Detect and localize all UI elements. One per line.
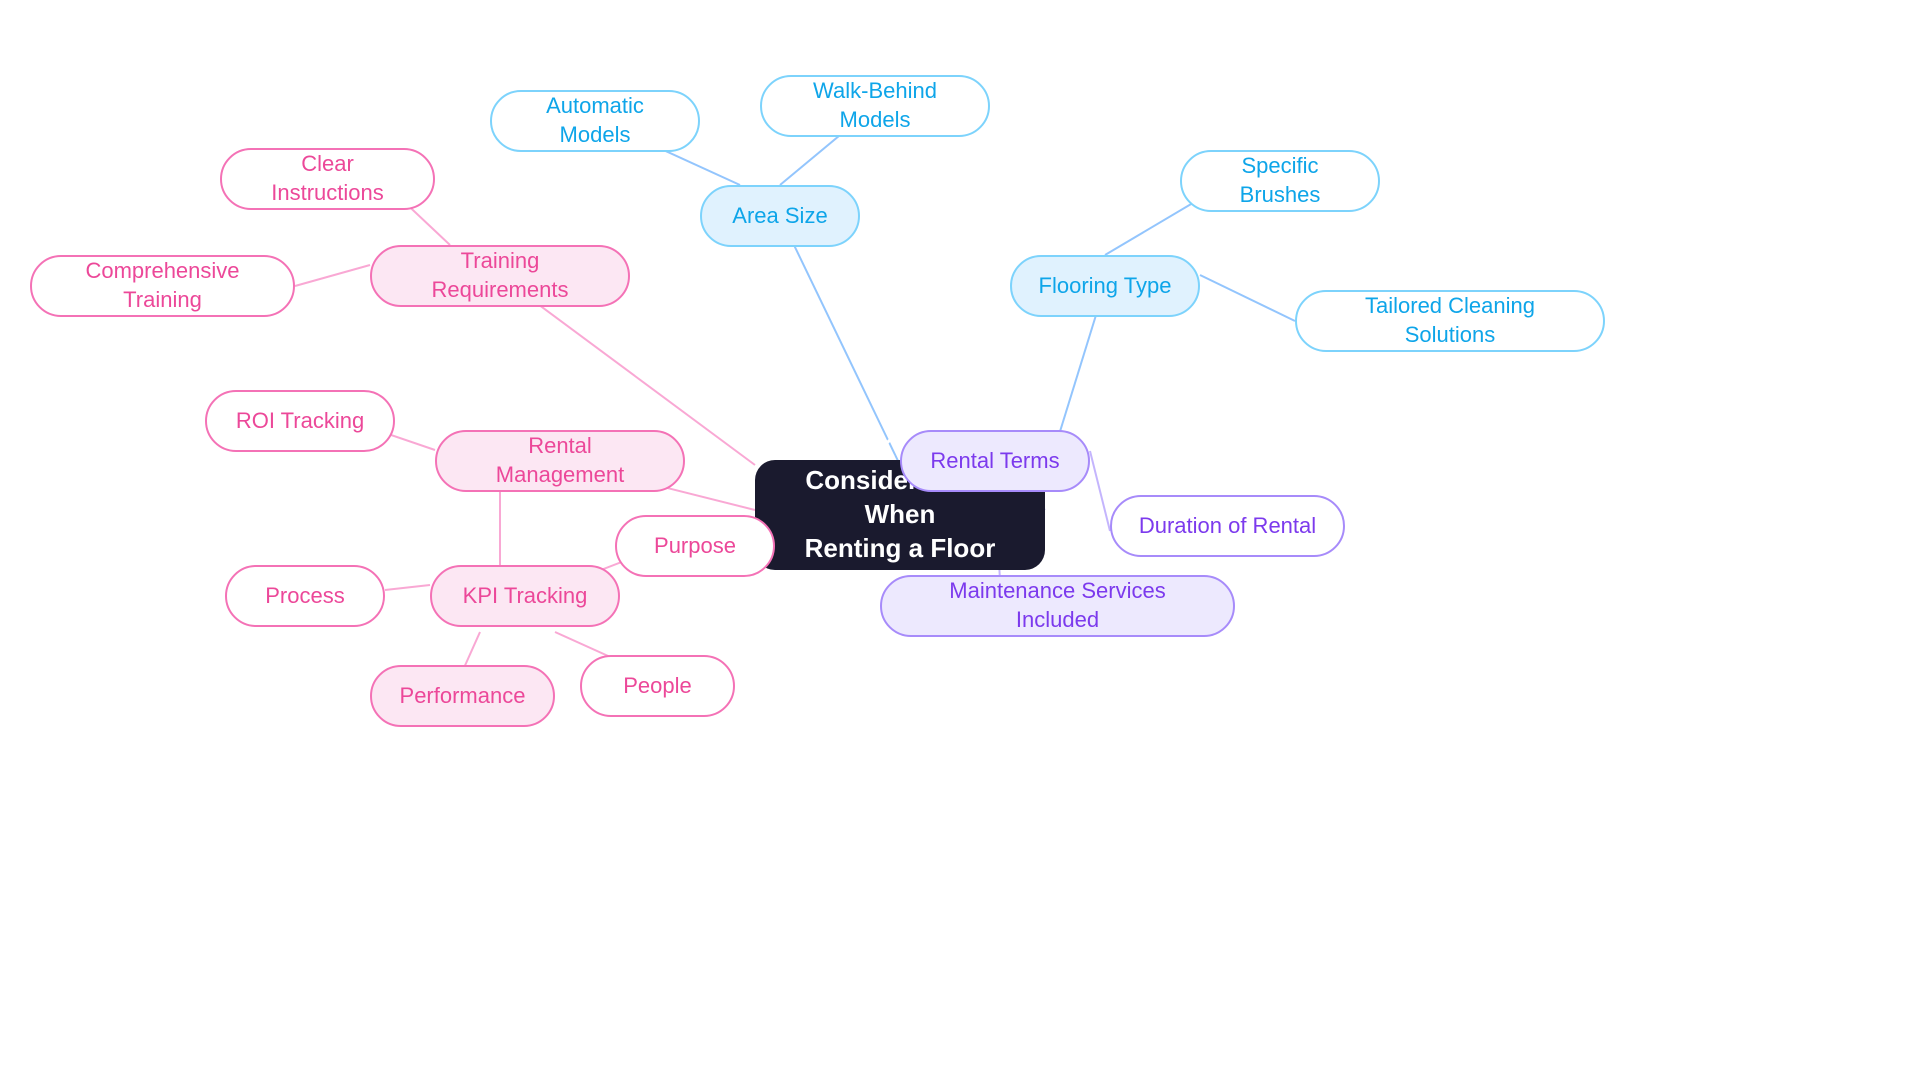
- process-node: Process: [225, 565, 385, 627]
- training-reqs-label: Training Requirements: [396, 247, 604, 304]
- area-size-label: Area Size: [732, 202, 827, 231]
- roi-tracking-label: ROI Tracking: [236, 407, 364, 436]
- performance-node: Performance: [370, 665, 555, 727]
- tailored-cleaning-node: Tailored Cleaning Solutions: [1295, 290, 1605, 352]
- kpi-tracking-node: KPI Tracking: [430, 565, 620, 627]
- people-node: People: [580, 655, 735, 717]
- rental-mgmt-label: Rental Management: [461, 432, 659, 489]
- area-size-node: Area Size: [700, 185, 860, 247]
- people-label: People: [623, 672, 692, 701]
- comprehensive-training-label: Comprehensive Training: [56, 257, 269, 314]
- duration-of-rental-label: Duration of Rental: [1139, 512, 1316, 541]
- clear-instructions-label: Clear Instructions: [246, 150, 409, 207]
- flooring-type-label: Flooring Type: [1039, 272, 1172, 301]
- kpi-tracking-label: KPI Tracking: [463, 582, 588, 611]
- maintenance-services-node: Maintenance Services Included: [880, 575, 1235, 637]
- specific-brushes-label: Specific Brushes: [1206, 152, 1354, 209]
- rental-terms-node: Rental Terms: [900, 430, 1090, 492]
- process-label: Process: [265, 582, 344, 611]
- clear-instructions-node: Clear Instructions: [220, 148, 435, 210]
- specific-brushes-node: Specific Brushes: [1180, 150, 1380, 212]
- comprehensive-training-node: Comprehensive Training: [30, 255, 295, 317]
- roi-tracking-node: ROI Tracking: [205, 390, 395, 452]
- tailored-cleaning-label: Tailored Cleaning Solutions: [1321, 292, 1579, 349]
- rental-terms-label: Rental Terms: [930, 447, 1059, 476]
- training-reqs-node: Training Requirements: [370, 245, 630, 307]
- automatic-models-node: Automatic Models: [490, 90, 700, 152]
- walk-behind-models-label: Walk-Behind Models: [786, 77, 964, 134]
- duration-of-rental-node: Duration of Rental: [1110, 495, 1345, 557]
- maintenance-services-label: Maintenance Services Included: [906, 577, 1209, 634]
- walk-behind-models-node: Walk-Behind Models: [760, 75, 990, 137]
- rental-mgmt-node: Rental Management: [435, 430, 685, 492]
- purpose-node: Purpose: [615, 515, 775, 577]
- automatic-models-label: Automatic Models: [516, 92, 674, 149]
- purpose-label: Purpose: [654, 532, 736, 561]
- flooring-type-node: Flooring Type: [1010, 255, 1200, 317]
- performance-label: Performance: [400, 682, 526, 711]
